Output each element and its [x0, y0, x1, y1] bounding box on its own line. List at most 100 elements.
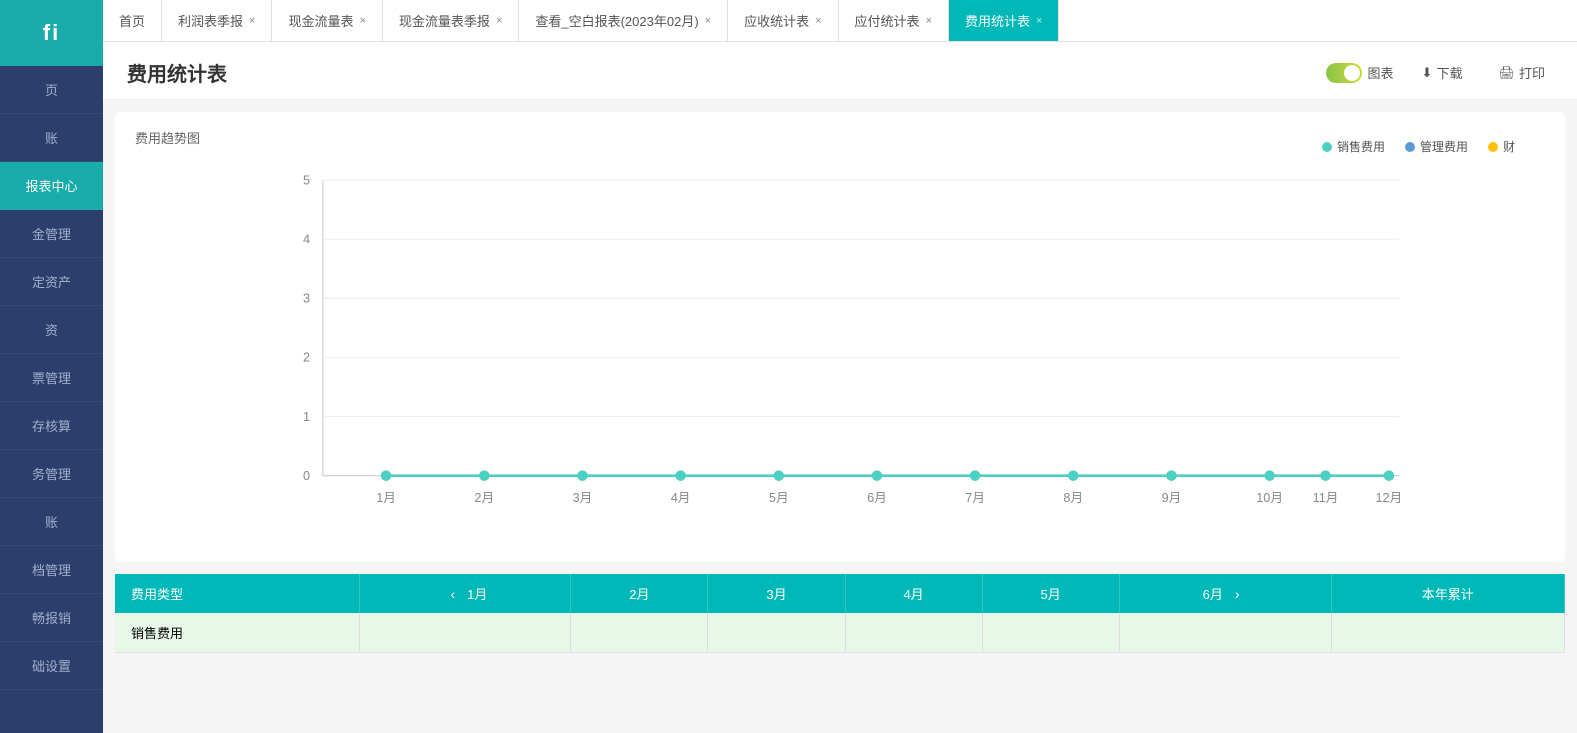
tab-blank-report-label: 查看_空白报表(2023年02月): [535, 11, 698, 30]
sidebar-item-expenses[interactable]: 畅报销: [0, 594, 103, 642]
tab-bar: 首页 利润表季报 × 现金流量表 × 现金流量表季报 × 查看_空白报表(202…: [103, 0, 1577, 42]
chart-toggle-label: 图表: [1368, 63, 1394, 82]
download-button[interactable]: ⬇ 下载: [1414, 59, 1471, 86]
sidebar-item-affairs[interactable]: 务管理: [0, 450, 103, 498]
svg-text:4: 4: [303, 232, 310, 246]
row-total-cell: [1331, 613, 1564, 653]
row-m4-cell: [845, 613, 982, 653]
legend-finance: 财: [1488, 138, 1515, 155]
sidebar-item-reports[interactable]: 报表中心: [0, 162, 103, 210]
legend-sales-dot: [1322, 142, 1332, 152]
next-month-arrow[interactable]: ›: [1227, 586, 1248, 602]
tab-cashflow-label: 现金流量表: [288, 11, 353, 30]
tab-payable-label: 应付统计表: [855, 11, 920, 30]
print-button[interactable]: 🖨 打印: [1490, 59, 1553, 86]
tab-cashflow-quarter-close[interactable]: ×: [496, 15, 502, 27]
col-total-header: 本年累计: [1331, 574, 1564, 613]
sidebar-item-inventory[interactable]: 存核算: [0, 402, 103, 450]
chart-toggle-wrapper[interactable]: 图表: [1326, 63, 1394, 83]
sidebar-item-ledger[interactable]: 账: [0, 498, 103, 546]
tab-cashflow-close[interactable]: ×: [359, 15, 365, 27]
col-month-nav[interactable]: ‹ 1月: [359, 574, 571, 613]
chart-toggle[interactable]: [1326, 63, 1362, 83]
svg-text:2: 2: [303, 351, 310, 365]
row-m3-cell: [708, 613, 845, 653]
tab-expense[interactable]: 费用统计表 ×: [949, 0, 1059, 41]
page-header: 费用统计表 图表 ⬇ 下载 🖨 打印: [103, 42, 1577, 100]
row-type-cell: 销售费用: [115, 613, 359, 653]
legend-admin-label: 管理费用: [1420, 138, 1468, 155]
tab-blank-report-close[interactable]: ×: [705, 15, 711, 27]
legend-sales-label: 销售费用: [1337, 138, 1385, 155]
tab-receivable[interactable]: 应收统计表 ×: [728, 0, 838, 41]
col-month-6-label: 6月: [1203, 584, 1223, 603]
chart-svg-wrapper: 5 4 3 2 1 0 1月 2月 3月 4月 5月 6月 7月 8月 9月: [135, 159, 1545, 542]
sidebar-item-assets[interactable]: 定资产: [0, 258, 103, 306]
svg-text:3: 3: [303, 292, 310, 306]
sidebar-item-salary[interactable]: 资: [0, 306, 103, 354]
row-m6-cell: [1119, 613, 1331, 653]
col-month-2-header: 2月: [571, 574, 708, 613]
main-content: 首页 利润表季报 × 现金流量表 × 现金流量表季报 × 查看_空白报表(202…: [103, 0, 1577, 733]
table-section: 费用类型 ‹ 1月 2月 3月 4月 5月: [115, 574, 1565, 653]
sidebar: fi 页 账 报表中心 金管理 定资产 资 票管理 存核算 务管理 账 档管理 …: [0, 0, 103, 733]
legend-sales: 销售费用: [1322, 138, 1385, 155]
row-m5-cell: [982, 613, 1119, 653]
print-label: 打印: [1519, 63, 1545, 82]
tab-payable-close[interactable]: ×: [926, 15, 932, 27]
sidebar-item-capital[interactable]: 金管理: [0, 210, 103, 258]
tab-payable[interactable]: 应付统计表 ×: [839, 0, 949, 41]
tab-home[interactable]: 首页: [103, 0, 162, 41]
legend-finance-dot: [1488, 142, 1498, 152]
row-m2-cell: [571, 613, 708, 653]
page-title: 费用统计表: [127, 58, 227, 87]
sidebar-item-account[interactable]: 账: [0, 114, 103, 162]
svg-text:0: 0: [303, 469, 310, 483]
tab-cashflow[interactable]: 现金流量表 ×: [272, 0, 382, 41]
svg-text:12月: 12月: [1376, 491, 1403, 505]
svg-text:9月: 9月: [1162, 491, 1182, 505]
svg-text:2月: 2月: [474, 491, 494, 505]
sidebar-item-settings[interactable]: 础设置: [0, 642, 103, 690]
app-logo: fi: [0, 0, 103, 66]
col-month-3-header: 3月: [708, 574, 845, 613]
col-type-header: 费用类型: [115, 574, 359, 613]
svg-text:1: 1: [303, 410, 310, 424]
download-label: 下载: [1436, 63, 1462, 82]
tab-expense-close[interactable]: ×: [1036, 15, 1042, 27]
legend-finance-label: 财: [1503, 138, 1515, 155]
col-month-1: 1月: [467, 584, 487, 603]
svg-text:5: 5: [303, 173, 310, 187]
tab-profit-close[interactable]: ×: [249, 15, 255, 27]
header-actions: 图表 ⬇ 下载 🖨 打印: [1326, 59, 1553, 86]
tab-cashflow-quarter[interactable]: 现金流量表季报 ×: [383, 0, 519, 41]
tab-home-label: 首页: [119, 11, 145, 30]
tab-cashflow-quarter-label: 现金流量表季报: [399, 11, 490, 30]
svg-text:1月: 1月: [376, 491, 396, 505]
svg-text:7月: 7月: [965, 491, 985, 505]
table-row: 销售费用: [115, 613, 1565, 653]
trend-chart: 5 4 3 2 1 0 1月 2月 3月 4月 5月 6月 7月 8月 9月: [135, 159, 1545, 539]
legend-admin-dot: [1405, 142, 1415, 152]
tab-receivable-label: 应收统计表: [744, 11, 809, 30]
svg-text:10月: 10月: [1256, 491, 1283, 505]
sidebar-item-home[interactable]: 页: [0, 66, 103, 114]
svg-text:5月: 5月: [769, 491, 789, 505]
tab-blank-report[interactable]: 查看_空白报表(2023年02月) ×: [519, 0, 728, 41]
chart-legend: 销售费用 管理费用 财: [1322, 138, 1515, 155]
tab-profit-label: 利润表季报: [178, 11, 243, 30]
svg-text:8月: 8月: [1063, 491, 1083, 505]
tab-receivable-close[interactable]: ×: [815, 15, 821, 27]
svg-text:3月: 3月: [573, 491, 593, 505]
prev-month-arrow[interactable]: ‹: [442, 586, 463, 602]
sidebar-item-invoices[interactable]: 票管理: [0, 354, 103, 402]
download-icon: ⬇: [1422, 65, 1433, 81]
col-month-5-header: 5月: [982, 574, 1119, 613]
sidebar-item-files[interactable]: 档管理: [0, 546, 103, 594]
col-month-4-header: 4月: [845, 574, 982, 613]
tab-profit[interactable]: 利润表季报 ×: [162, 0, 272, 41]
legend-admin: 管理费用: [1405, 138, 1468, 155]
svg-text:6月: 6月: [867, 491, 887, 505]
col-month-6-header: 6月 ›: [1119, 574, 1331, 613]
row-m1-cell: [359, 613, 571, 653]
